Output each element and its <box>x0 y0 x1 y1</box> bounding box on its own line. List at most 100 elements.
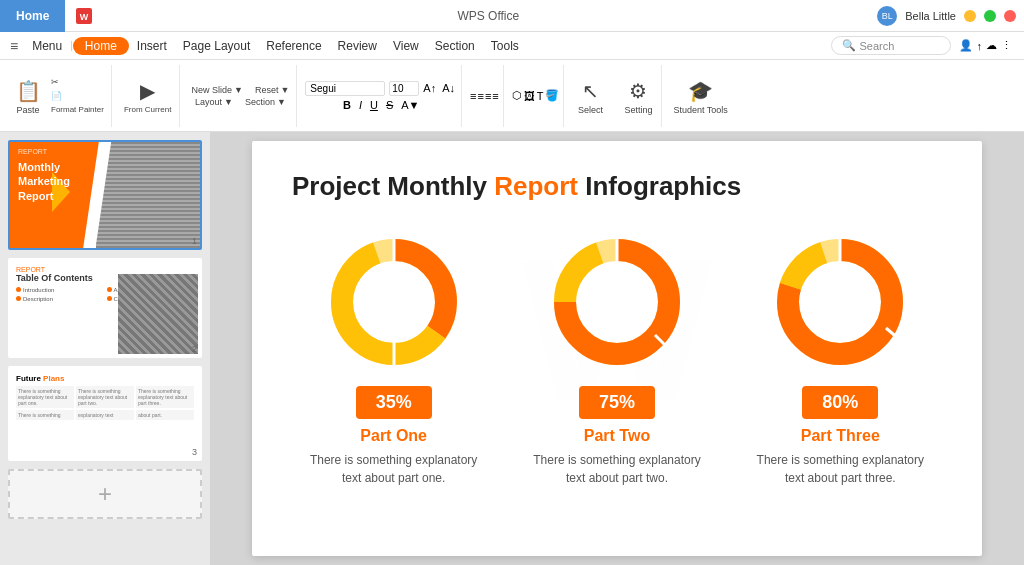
font-name-input[interactable] <box>305 81 385 96</box>
menu-section[interactable]: Section <box>427 37 483 55</box>
window-controls: BL Bella Little <box>877 6 1024 26</box>
ribbon-paste-group: 📋 Paste ✂ 📄 Format Painter <box>6 65 112 127</box>
slide1-label: REPORT <box>18 148 47 155</box>
font-shrink-icon[interactable]: A↓ <box>440 82 457 94</box>
setting-button[interactable]: ⚙ Setting <box>620 75 656 117</box>
slide3-title-highlight: Plans <box>43 374 64 383</box>
share-icon[interactable]: ↑ <box>977 40 983 52</box>
reset-button[interactable]: Reset ▼ <box>252 84 292 96</box>
percent-badge-2: 75% <box>579 386 655 419</box>
menu-page-layout[interactable]: Page Layout <box>175 37 258 55</box>
underline-button[interactable]: U <box>367 99 381 111</box>
slide-thumb-1[interactable]: REPORT Monthly Marketing Report 1 <box>8 140 202 250</box>
search-bar[interactable]: 🔍 Search <box>831 36 951 55</box>
slide-thumb-2[interactable]: REPORT Table Of Contents Introduction An… <box>8 258 202 358</box>
section-button[interactable]: Section ▼ <box>242 96 289 108</box>
part-label-1: Part One <box>360 427 427 445</box>
ribbon-setting-group: ⚙ Setting <box>616 65 661 127</box>
svg-point-20 <box>800 262 880 342</box>
ribbon-student-group: 🎓 Student Tools <box>666 65 736 127</box>
minimize-button[interactable] <box>964 10 976 22</box>
user-area: 👤 ↑ ☁ ⋮ <box>951 39 1021 52</box>
format-painter-button[interactable]: Format Painter <box>48 104 107 115</box>
titlebar: Home W WPS Office BL Bella Little <box>0 0 1024 32</box>
title-highlight: Report <box>494 171 578 201</box>
menu-home[interactable]: Home <box>73 37 129 55</box>
ribbon: 📋 Paste ✂ 📄 Format Painter ▶ From Curren… <box>0 60 1024 132</box>
add-slide-button[interactable]: + <box>8 469 202 519</box>
wps-logo: W <box>69 0 99 32</box>
align-center-icon[interactable]: ≡ <box>477 90 483 102</box>
slide-number-1: 1 <box>192 236 197 246</box>
layout-button[interactable]: Layout ▼ <box>192 96 236 108</box>
italic-button[interactable]: I <box>356 99 365 111</box>
part-label-3: Part Three <box>801 427 880 445</box>
slide-number-2: 2 <box>192 344 197 354</box>
align-right-icon[interactable]: ≡ <box>485 90 491 102</box>
slide1-image <box>96 142 201 248</box>
student-tools-button[interactable]: 🎓 Student Tools <box>670 75 732 117</box>
fill-icon[interactable]: 🪣 <box>545 89 559 102</box>
slide2-image <box>118 274 198 354</box>
slide3-title: Future Plans <box>16 374 194 383</box>
text-box-icon[interactable]: T <box>537 90 544 102</box>
paste-button[interactable]: 📋 Paste <box>10 75 46 117</box>
from-current-button[interactable]: ▶ From Current <box>120 75 176 116</box>
ribbon-font-group: A↑ A↓ B I U S A▼ <box>301 65 462 127</box>
chart-item-2: 75% Part Two There is something explanat… <box>522 232 712 487</box>
cut-button[interactable]: ✂ <box>48 76 107 88</box>
chart-item-1: 35% Part One There is something explanat… <box>299 232 489 487</box>
slide1-title: Monthly Marketing Report <box>18 160 70 203</box>
donut-1 <box>324 232 464 372</box>
menu-tools[interactable]: Tools <box>483 37 527 55</box>
ribbon-new-slide-group: New Slide ▼ Reset ▼ Layout ▼ Section ▼ <box>184 65 297 127</box>
ribbon-paragraph-group: ≡ ≡ ≡ ≡ <box>466 65 504 127</box>
setting-icon: ⚙ <box>624 77 652 105</box>
menu-reference[interactable]: Reference <box>258 37 329 55</box>
app-title: WPS Office <box>99 9 877 23</box>
menu-view[interactable]: View <box>385 37 427 55</box>
title-suffix: Infographics <box>578 171 741 201</box>
from-current-icon: ▶ <box>134 77 162 105</box>
close-button[interactable] <box>1004 10 1016 22</box>
menu-review[interactable]: Review <box>330 37 385 55</box>
bold-button[interactable]: B <box>340 99 354 111</box>
copy-button[interactable]: 📄 <box>48 90 107 102</box>
student-icon: 🎓 <box>687 77 715 105</box>
select-icon: ↖ <box>576 77 604 105</box>
menu-insert[interactable]: Insert <box>129 37 175 55</box>
more-icon[interactable]: ⋮ <box>1001 39 1012 52</box>
hamburger-menu[interactable]: ≡ <box>4 36 24 56</box>
chart-item-3: 80% Part Three There is something explan… <box>745 232 935 487</box>
menubar: ≡ Menu | Home Insert Page Layout Referen… <box>0 32 1024 60</box>
charts-row: 35% Part One There is something explanat… <box>292 232 942 487</box>
shapes-icon[interactable]: ⬡ <box>512 89 522 102</box>
ribbon-slide-group: ▶ From Current <box>116 65 181 127</box>
percent-badge-3: 80% <box>802 386 878 419</box>
font-grow-icon[interactable]: A↑ <box>421 82 438 94</box>
svg-text:W: W <box>80 12 89 22</box>
font-color-button[interactable]: A▼ <box>398 99 422 111</box>
maximize-button[interactable] <box>984 10 996 22</box>
slide-thumb-3[interactable]: Future Plans There is something explanat… <box>8 366 202 461</box>
part-desc-1: There is something explanatory text abou… <box>299 451 489 487</box>
slide-main-title: Project Monthly Report Infographics <box>292 171 942 202</box>
select-button[interactable]: ↖ Select <box>572 75 608 117</box>
ribbon-drawing-group: ⬡ 🖼 T 🪣 <box>508 65 565 127</box>
align-left-icon[interactable]: ≡ <box>470 90 476 102</box>
menu-label[interactable]: Menu <box>24 37 70 55</box>
new-slide-button[interactable]: New Slide ▼ <box>188 84 245 96</box>
font-size-input[interactable] <box>389 81 419 96</box>
strikethrough-button[interactable]: S <box>383 99 396 111</box>
donut-3 <box>770 232 910 372</box>
cloud-icon: ☁ <box>986 39 997 52</box>
search-placeholder: Search <box>860 40 895 52</box>
tab-home[interactable]: Home <box>0 0 65 32</box>
slide3-grid: There is something explanatory text abou… <box>16 386 194 420</box>
slide-main[interactable]: W Project Monthly Report Infographics <box>252 141 982 556</box>
main-area: REPORT Monthly Marketing Report 1 REPORT… <box>0 132 1024 565</box>
image-icon[interactable]: 🖼 <box>524 90 535 102</box>
align-justify-icon[interactable]: ≡ <box>492 90 498 102</box>
avatar: BL <box>877 6 897 26</box>
part-desc-3: There is something explanatory text abou… <box>745 451 935 487</box>
